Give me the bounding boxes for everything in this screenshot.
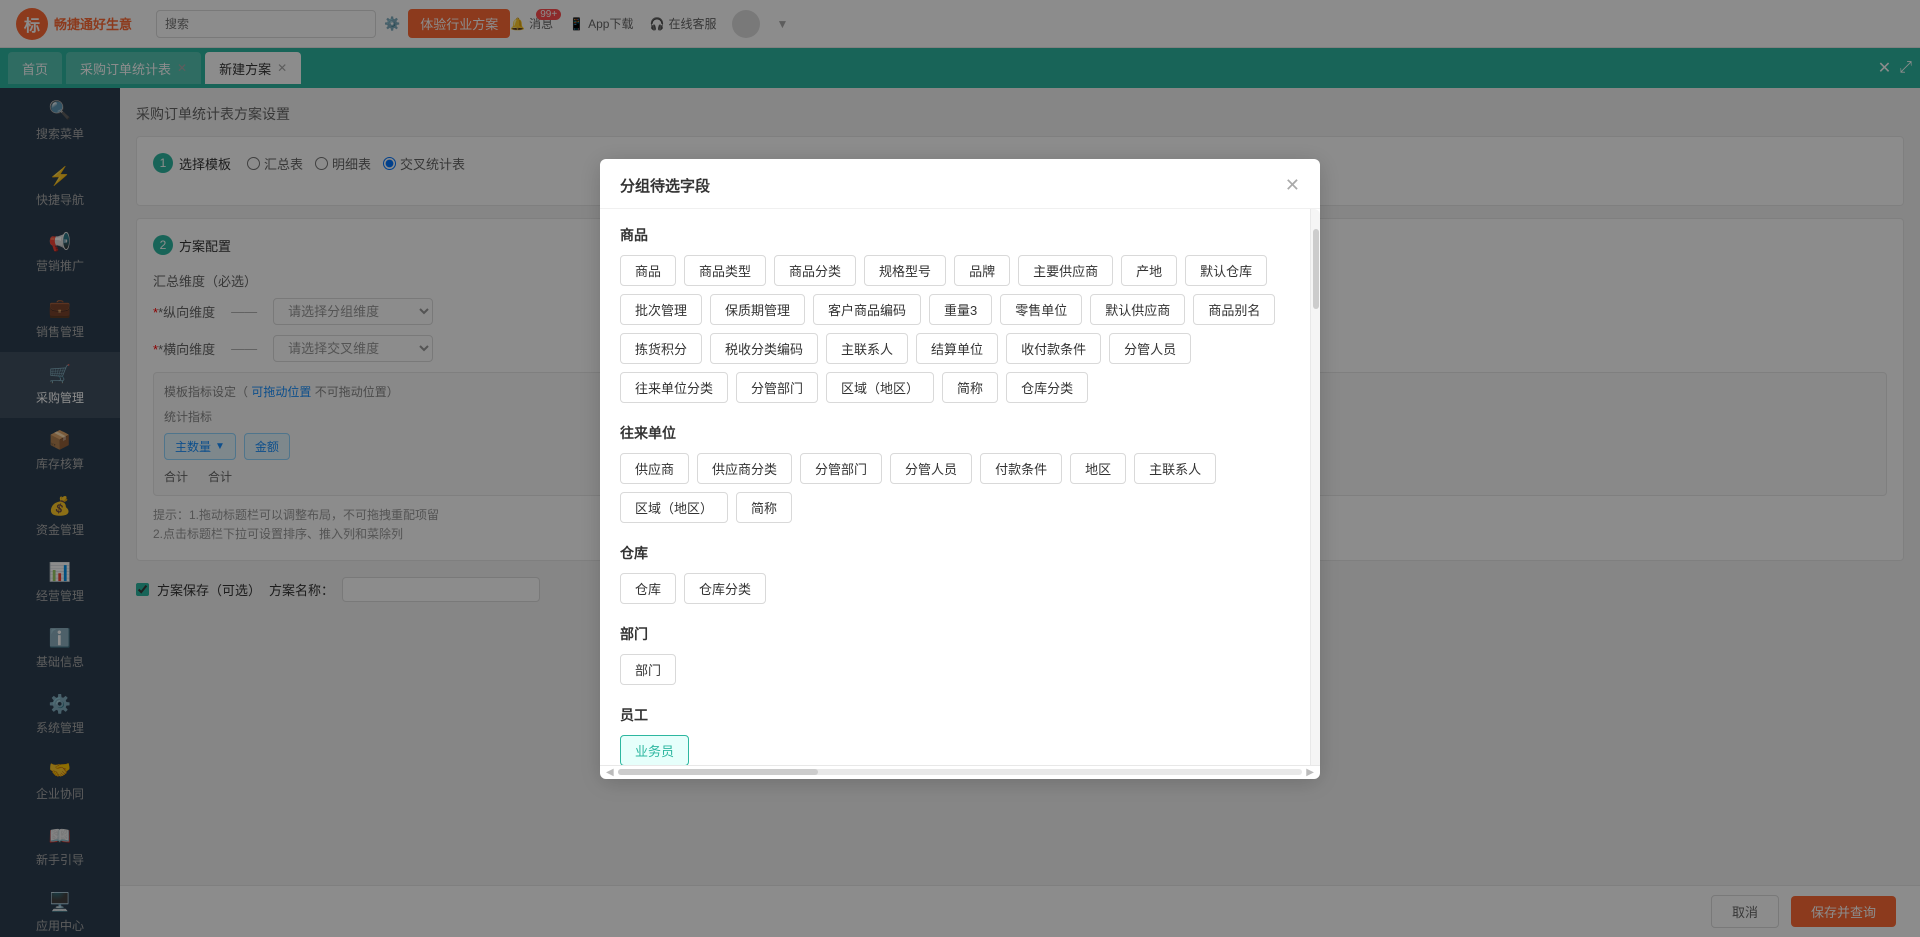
field-region[interactable]: 区域（地区）: [826, 372, 934, 403]
field-payment-terms[interactable]: 收付款条件: [1006, 333, 1101, 364]
section-dept: 部门 部门: [620, 624, 1290, 685]
section-warehouse: 仓库 仓库 仓库分类: [620, 543, 1290, 604]
field-partner-contact[interactable]: 主联系人: [1134, 453, 1216, 484]
field-batch-mgmt[interactable]: 批次管理: [620, 294, 702, 325]
field-partner-abbr[interactable]: 简称: [736, 492, 792, 523]
field-product-type[interactable]: 商品类型: [684, 255, 766, 286]
section-warehouse-title: 仓库: [620, 543, 1290, 563]
field-partner-category[interactable]: 往来单位分类: [620, 372, 728, 403]
field-pick-points[interactable]: 拣货积分: [620, 333, 702, 364]
field-supplier-category[interactable]: 供应商分类: [697, 453, 792, 484]
field-partner-person[interactable]: 分管人员: [890, 453, 972, 484]
section-dept-title: 部门: [620, 624, 1290, 644]
field-dept[interactable]: 部门: [620, 654, 676, 685]
field-brand[interactable]: 品牌: [954, 255, 1010, 286]
modal-hscrollbar-row: ◀ ▶: [600, 765, 1320, 779]
hscroll-track[interactable]: [618, 769, 1303, 775]
field-customer-code[interactable]: 客户商品编码: [813, 294, 921, 325]
modal-title: 分组待选字段: [620, 175, 710, 196]
field-partner-region[interactable]: 区域（地区）: [620, 492, 728, 523]
field-settlement-unit[interactable]: 结算单位: [916, 333, 998, 364]
modal-body: 商品 商品 商品类型 商品分类 规格型号 品牌 主要供应商 产地 默认仓库 批次…: [600, 209, 1310, 765]
partner-fields: 供应商 供应商分类 分管部门 分管人员 付款条件 地区 主联系人 区域（地区） …: [620, 453, 1290, 523]
modal-vertical-scrollbar[interactable]: [1310, 209, 1320, 765]
section-product-title: 商品: [620, 225, 1290, 245]
field-warehouse-category[interactable]: 仓库分类: [1006, 372, 1088, 403]
modal-header: 分组待选字段 ✕: [600, 159, 1320, 209]
field-spec-model[interactable]: 规格型号: [864, 255, 946, 286]
field-product-category[interactable]: 商品分类: [774, 255, 856, 286]
hscroll-left-arrow[interactable]: ◀: [606, 767, 614, 778]
field-payment-cond[interactable]: 付款条件: [980, 453, 1062, 484]
modal-dialog: 分组待选字段 ✕ 商品 商品 商品类型 商品分类 规格型号 品牌 主要供应商 产…: [600, 159, 1320, 779]
field-main-supplier[interactable]: 主要供应商: [1018, 255, 1113, 286]
modal-layout: 商品 商品 商品类型 商品分类 规格型号 品牌 主要供应商 产地 默认仓库 批次…: [600, 209, 1320, 765]
hscroll-thumb: [618, 769, 818, 775]
field-origin[interactable]: 产地: [1121, 255, 1177, 286]
modal-close-button[interactable]: ✕: [1285, 175, 1300, 196]
warehouse-fields: 仓库 仓库分类: [620, 573, 1290, 604]
employee-fields: 业务员: [620, 735, 1290, 765]
field-main-contact[interactable]: 主联系人: [826, 333, 908, 364]
field-partner-dept[interactable]: 分管部门: [800, 453, 882, 484]
field-warehouse[interactable]: 仓库: [620, 573, 676, 604]
field-default-warehouse[interactable]: 默认仓库: [1185, 255, 1267, 286]
hscroll-right-arrow[interactable]: ▶: [1306, 767, 1314, 778]
field-retail-unit[interactable]: 零售单位: [1000, 294, 1082, 325]
field-manager[interactable]: 分管人员: [1109, 333, 1191, 364]
field-tax-code[interactable]: 税收分类编码: [710, 333, 818, 364]
modal-vscroll-thumb: [1313, 229, 1319, 309]
modal-overlay: 分组待选字段 ✕ 商品 商品 商品类型 商品分类 规格型号 品牌 主要供应商 产…: [0, 0, 1920, 937]
field-product[interactable]: 商品: [620, 255, 676, 286]
field-weight3[interactable]: 重量3: [929, 294, 992, 325]
dept-fields: 部门: [620, 654, 1290, 685]
section-partner: 往来单位 供应商 供应商分类 分管部门 分管人员 付款条件 地区 主联系人 区域…: [620, 423, 1290, 523]
product-fields: 商品 商品类型 商品分类 规格型号 品牌 主要供应商 产地 默认仓库 批次管理 …: [620, 255, 1290, 403]
section-partner-title: 往来单位: [620, 423, 1290, 443]
section-product: 商品 商品 商品类型 商品分类 规格型号 品牌 主要供应商 产地 默认仓库 批次…: [620, 225, 1290, 403]
field-area[interactable]: 地区: [1070, 453, 1126, 484]
section-employee-title: 员工: [620, 705, 1290, 725]
section-employee: 员工 业务员: [620, 705, 1290, 765]
field-product-alias[interactable]: 商品别名: [1193, 294, 1275, 325]
field-supplier[interactable]: 供应商: [620, 453, 689, 484]
field-default-supplier[interactable]: 默认供应商: [1090, 294, 1185, 325]
field-salesperson[interactable]: 业务员: [620, 735, 689, 765]
field-dept-mgmt[interactable]: 分管部门: [736, 372, 818, 403]
field-abbr[interactable]: 简称: [942, 372, 998, 403]
field-wh-category[interactable]: 仓库分类: [684, 573, 766, 604]
field-shelf-life[interactable]: 保质期管理: [710, 294, 805, 325]
